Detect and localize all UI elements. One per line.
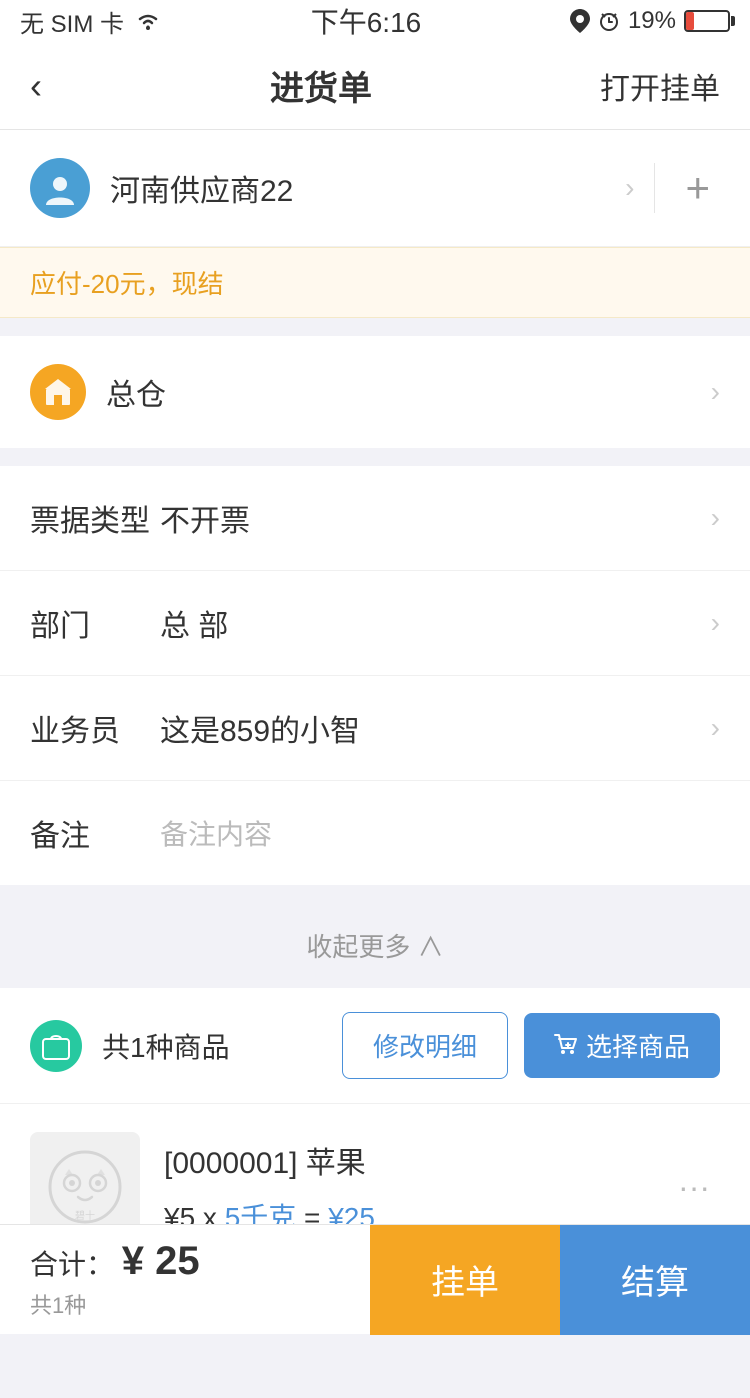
battery-icon	[684, 10, 730, 32]
owl-logo-icon: 碧十	[45, 1147, 125, 1227]
collapse-toggle[interactable]: 收起更多 ∧	[0, 903, 750, 988]
add-supplier-button[interactable]: +	[675, 164, 720, 212]
warehouse-row[interactable]: 总仓 ›	[0, 336, 750, 448]
product-name: [0000001] 苹果	[164, 1138, 668, 1182]
salesperson-chevron-icon: ›	[711, 712, 720, 744]
svg-text:碧十: 碧十	[75, 1209, 95, 1222]
nav-bar: ‹ 进货单 打开挂单	[0, 42, 750, 130]
wifi-icon	[134, 11, 162, 31]
warehouse-chevron-icon: ›	[711, 376, 720, 408]
supplier-alert: 应付-20元，现结	[0, 247, 750, 318]
salesperson-row[interactable]: 业务员 这是859的小智 ›	[0, 676, 750, 781]
total-amount: ¥ 25	[122, 1239, 200, 1283]
salesperson-label: 业务员	[30, 706, 160, 750]
network-label: 无 SIM 卡	[20, 4, 124, 39]
salesperson-value: 这是859的小智	[160, 706, 711, 750]
bottom-bar: 合计： ¥ 25 共1种 挂单 结算	[0, 1224, 750, 1334]
product-more-button[interactable]: ···	[668, 1159, 720, 1216]
location-icon	[570, 9, 590, 33]
warehouse-section: 总仓 ›	[0, 336, 750, 448]
product-code: [0000001]	[164, 1147, 306, 1180]
form-section: 票据类型 不开票 › 部门 总 部 › 业务员 这是859的小智 › 备注 备注…	[0, 466, 750, 885]
status-bar-right: 19%	[570, 7, 730, 35]
bill-type-value: 不开票	[160, 496, 711, 540]
status-bar-time: 下午6:16	[311, 1, 422, 41]
hang-button[interactable]: 挂单	[370, 1225, 560, 1335]
alarm-icon	[598, 10, 620, 32]
products-header: 共1种商品 修改明细 选择商品	[0, 988, 750, 1104]
supplier-section: 河南供应商22 › + 应付-20元，现结	[0, 130, 750, 318]
bill-type-label: 票据类型	[30, 496, 160, 540]
back-button[interactable]: ‹	[30, 65, 42, 107]
edit-detail-button[interactable]: 修改明细	[342, 1012, 508, 1079]
main-content: 河南供应商22 › + 应付-20元，现结 总仓 › 票据类型 不开票 ›	[0, 130, 750, 1398]
open-hang-button[interactable]: 打开挂单	[600, 64, 720, 108]
total-section: 合计： ¥ 25 共1种	[0, 1239, 370, 1320]
supplier-name: 河南供应商22	[110, 166, 625, 210]
department-row[interactable]: 部门 总 部 ›	[0, 571, 750, 676]
select-product-label: 选择商品	[586, 1027, 690, 1064]
checkout-button[interactable]: 结算	[560, 1225, 750, 1335]
total-count: 共1种	[30, 1288, 340, 1320]
remark-input[interactable]: 备注内容	[160, 813, 720, 853]
product-count-text: 共1种商品	[102, 1026, 342, 1066]
bill-type-chevron-icon: ›	[711, 502, 720, 534]
product-count-icon	[30, 1020, 82, 1072]
status-bar: 无 SIM 卡 下午6:16 19%	[0, 0, 750, 42]
page-title: 进货单	[270, 61, 372, 110]
bill-type-row[interactable]: 票据类型 不开票 ›	[0, 466, 750, 571]
warehouse-name: 总仓	[106, 370, 711, 414]
department-chevron-icon: ›	[711, 607, 720, 639]
supplier-avatar	[30, 158, 90, 218]
department-value: 总 部	[160, 601, 711, 645]
remark-row[interactable]: 备注 备注内容	[0, 781, 750, 885]
cart-icon	[554, 1034, 578, 1058]
warehouse-icon	[30, 364, 86, 420]
status-bar-left: 无 SIM 卡	[20, 4, 162, 39]
product-title: 苹果	[306, 1147, 366, 1180]
remark-label: 备注	[30, 811, 160, 855]
battery-percent: 19%	[628, 7, 676, 35]
select-product-button[interactable]: 选择商品	[524, 1013, 720, 1078]
department-label: 部门	[30, 601, 160, 645]
divider	[654, 163, 655, 213]
total-label: 合计：	[30, 1249, 114, 1280]
product-info: [0000001] 苹果 ¥5 x 5千克 = ¥25	[164, 1138, 668, 1236]
supplier-row[interactable]: 河南供应商22 › +	[0, 130, 750, 247]
supplier-chevron-icon: ›	[625, 172, 634, 204]
